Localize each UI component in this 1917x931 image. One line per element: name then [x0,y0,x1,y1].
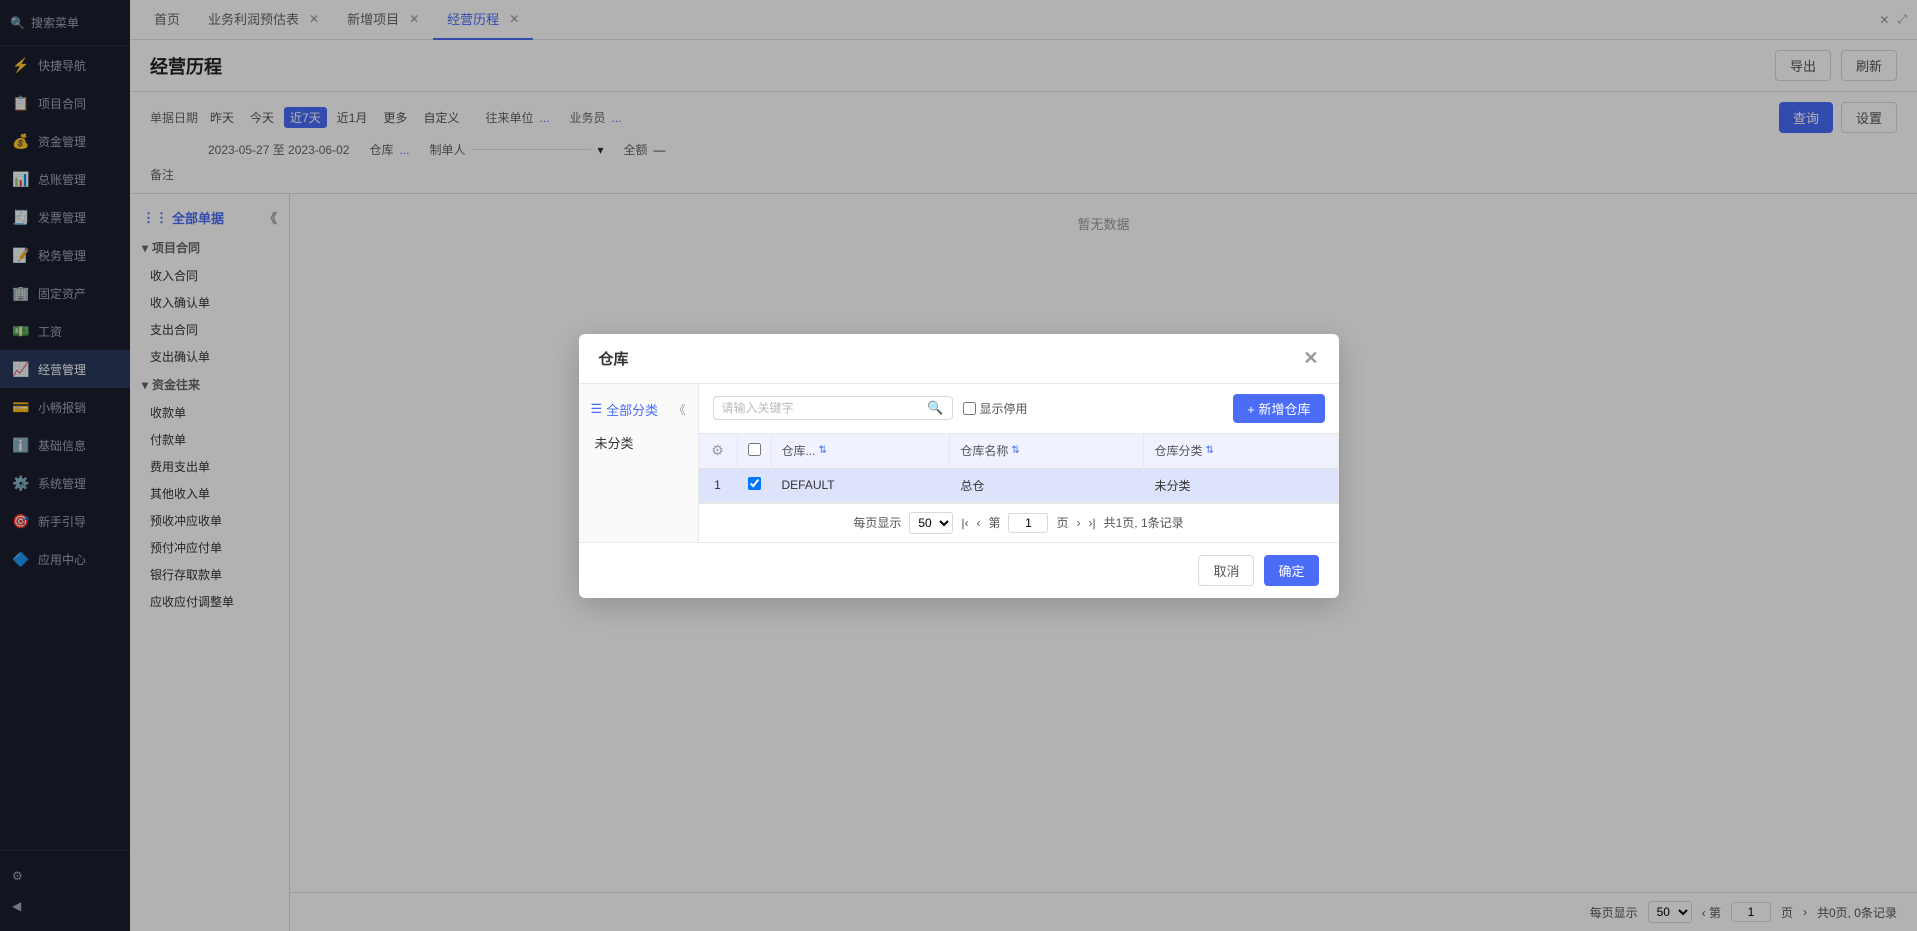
row-gear-0: 1 [699,468,738,502]
modal-sidebar: ☰ 全部分类 《 未分类 [579,384,699,542]
add-warehouse-button[interactable]: + 新增仓库 [1233,394,1324,423]
select-all-checkbox[interactable] [748,443,761,456]
modal-total-text: 共1页, 1条记录 [1104,514,1184,531]
modal-pagination: 每页显示 50 |‹ ‹ 第 页 › ›| 共1页, 1条记录 [699,503,1339,542]
modal-close-button[interactable]: ✕ [1303,348,1318,369]
modal-table-header-row: ⚙ 仓库... ⇅ [699,434,1339,469]
row-code-0: DEFAULT [771,468,950,502]
modal-go-to-label: 第 [988,514,1000,531]
modal-next-page[interactable]: › [1077,516,1081,530]
sort-category-icon: ⇅ [1205,445,1213,456]
sort-name-icon: ⇅ [1011,445,1019,456]
modal-prev-page[interactable]: ‹ [976,516,980,530]
modal-cancel-button[interactable]: 取消 [1198,555,1254,586]
all-category-icon: ☰ [591,401,603,417]
modal-first-page[interactable]: |‹ [961,516,968,530]
modal-table: ⚙ 仓库... ⇅ [699,434,1339,503]
modal-sidebar-collapse-icon[interactable]: 《 [673,401,685,418]
modal-col-name: 仓库名称 ⇅ [950,434,1144,469]
gear-icon[interactable]: ⚙ [709,442,727,460]
modal-col-category: 仓库分类 ⇅ [1144,434,1338,469]
modal-per-page-select[interactable]: 50 [909,512,953,534]
modal-footer: 取消 确定 [579,542,1339,598]
modal-title: 仓库 [599,348,629,369]
show-disabled-checkbox[interactable]: 显示停用 [963,400,1028,417]
sort-code-icon: ⇅ [819,445,827,456]
modal-col-checkbox [737,434,771,469]
show-disabled-label: 显示停用 [980,400,1028,417]
modal-main: 🔍 显示停用 + 新增仓库 [699,384,1339,542]
modal-page-label: 页 [1056,514,1068,531]
modal-last-page[interactable]: ›| [1089,516,1096,530]
row-name-0: 总仓 [950,468,1144,502]
modal-toolbar: 🔍 显示停用 + 新增仓库 [699,384,1339,434]
row-checkbox-0[interactable] [737,468,771,502]
modal-search-box[interactable]: 🔍 [713,396,953,420]
modal-sidebar-item-0[interactable]: 未分类 [579,425,698,460]
modal-per-page-label: 每页显示 [853,514,901,531]
all-category-label[interactable]: 全部分类 [606,400,658,419]
modal-header: 仓库 ✕ [579,334,1339,384]
modal-sidebar-header: ☰ 全部分类 《 [579,394,698,425]
modal-search-input[interactable] [722,401,924,415]
modal-overlay: 仓库 ✕ ☰ 全部分类 《 未分类 [0,0,1917,931]
modal-col-code: 仓库... ⇅ [771,434,950,469]
modal-body: ☰ 全部分类 《 未分类 🔍 显示停用 [579,384,1339,542]
modal-col-gear: ⚙ [699,434,738,469]
disabled-checkbox-input[interactable] [963,402,976,415]
modal-search-icon: 🔍 [927,400,943,416]
modal-table-row-0[interactable]: 1 DEFAULT 总仓 未分类 [699,468,1339,502]
modal-page-input[interactable] [1008,513,1048,533]
warehouse-modal: 仓库 ✕ ☰ 全部分类 《 未分类 [579,334,1339,598]
modal-table-wrap: ⚙ 仓库... ⇅ [699,434,1339,503]
modal-confirm-button[interactable]: 确定 [1264,555,1318,586]
row-category-0: 未分类 [1144,468,1338,502]
